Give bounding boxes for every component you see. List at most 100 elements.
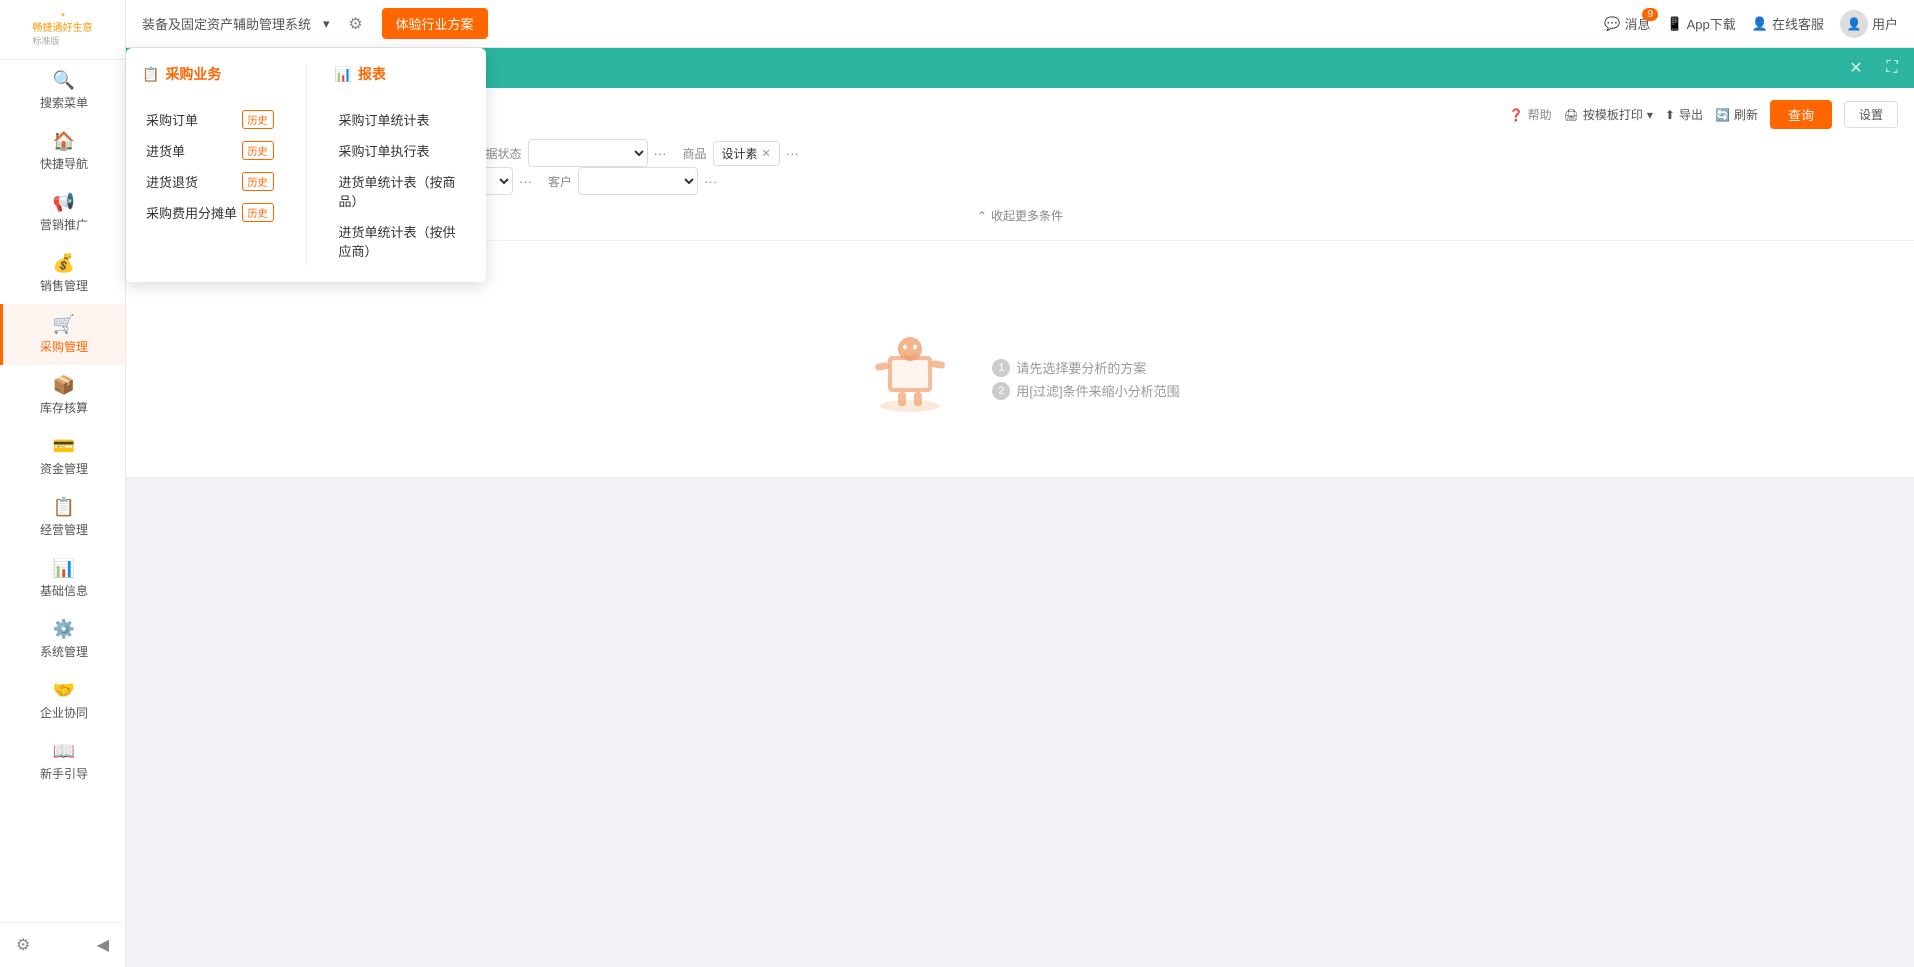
menu-item-purchase-receipt[interactable]: 进货单 历史 [142, 135, 278, 166]
menu-column-divider [306, 64, 307, 266]
sidebar-item-quick-nav[interactable]: 🏠 快捷导航 [0, 121, 125, 182]
history-badge-1: 历史 [242, 141, 274, 160]
collapse-up-icon: ⌃ [977, 209, 987, 223]
bell-icon: 💬 [1604, 16, 1620, 32]
menu-item-purchase-return[interactable]: 进货退货 历史 [142, 166, 278, 197]
salesperson-ellipsis[interactable]: ··· [519, 174, 532, 189]
notification-badge: 9 [1642, 8, 1658, 21]
doc-status-ellipsis[interactable]: ··· [654, 146, 667, 161]
service-icon: 👤 [1752, 16, 1768, 32]
report-menu-icon: 📊 [335, 66, 352, 83]
system-icon: ⚙️ [53, 619, 75, 640]
avatar: 👤 [1840, 10, 1868, 38]
inventory-icon: 📦 [53, 375, 75, 396]
gear-icon: ⚙ [348, 14, 362, 34]
topbar-right: 💬 消息 9 📱 App下载 👤 在线客服 👤 用户 [1604, 10, 1898, 38]
topbar-settings-btn[interactable]: ⚙ [342, 10, 370, 38]
menu-item-report-order-stat[interactable]: 采购订单统计表 [335, 104, 471, 135]
sidebar-item-finance[interactable]: 💳 资金管理 [0, 426, 125, 487]
logo-text: 畅捷通好生意 标准版 [33, 19, 93, 47]
menu-item-purchase-expense[interactable]: 采购费用分摊单 历史 [142, 197, 278, 228]
notification-item[interactable]: 💬 消息 9 [1604, 14, 1650, 33]
sidebar-item-purchase[interactable]: 🛒 采购管理 [0, 304, 125, 365]
sidebar-item-basic-info[interactable]: 📊 基础信息 [0, 548, 125, 609]
online-service-item[interactable]: 👤 在线客服 [1752, 14, 1824, 33]
settings-button[interactable]: 设置 [1844, 101, 1898, 128]
sidebar: 畅 畅捷通好生意 标准版 🔍 搜索菜单 🏠 快捷导航 📢 营销推广 💰 销售管理… [0, 0, 126, 967]
topbar-title: 装备及固定资产辅助管理系统 [142, 14, 311, 33]
empty-tip-2: 2 用[过滤]条件来缩小分析范围 [992, 381, 1179, 400]
goods-ellipsis[interactable]: ··· [786, 146, 799, 161]
finance-icon: 💳 [53, 436, 75, 457]
help-button[interactable]: ❓ 帮助 [1509, 106, 1552, 123]
sidebar-nav: 🔍 搜索菜单 🏠 快捷导航 📢 营销推广 💰 销售管理 🛒 采购管理 📦 库存核… [0, 60, 125, 922]
tabbar-actions: ✕ ⛶ [1842, 54, 1906, 82]
sidebar-item-search[interactable]: 🔍 搜索菜单 [0, 60, 125, 121]
history-badge-3: 历史 [242, 203, 274, 222]
export-icon: ⬆ [1665, 108, 1675, 122]
settings-footer-icon[interactable]: ⚙ [16, 935, 30, 955]
sales-icon: 💰 [53, 253, 75, 274]
empty-illustration [860, 321, 960, 421]
guide-icon: 📖 [53, 741, 75, 762]
export-button[interactable]: ⬆ 导出 [1665, 106, 1703, 123]
query-button[interactable]: 查询 [1770, 100, 1832, 129]
sidebar-logo: 畅 畅捷通好生意 标准版 [0, 0, 125, 60]
customer-ellipsis[interactable]: ··· [704, 174, 717, 189]
home-icon: 🏠 [53, 131, 75, 152]
topbar: 装备及固定资产辅助管理系统 ▾ ⚙ 体验行业方案 💬 消息 9 📱 App下载 … [126, 0, 1914, 48]
topbar-dropdown[interactable]: ▾ [323, 16, 330, 32]
fullscreen-icon: ⛶ [1886, 59, 1897, 77]
sidebar-item-guide[interactable]: 📖 新手引导 [0, 731, 125, 792]
doc-status-select[interactable] [528, 139, 648, 167]
sidebar-item-inventory[interactable]: 📦 库存核算 [0, 365, 125, 426]
customer-label: 客户 [548, 173, 572, 190]
refresh-button[interactable]: 🔄 刷新 [1715, 106, 1758, 123]
marketing-icon: 📢 [53, 192, 75, 213]
menu-item-report-receipt-goods[interactable]: 进货单统计表（按商品） [335, 166, 471, 216]
industry-solution-button[interactable]: 体验行业方案 [382, 8, 488, 39]
purchase-dropdown-menu: 📋 采购业务 采购订单 历史 进货单 历史 进货退货 历史 采购费用分摊单 历史… [126, 48, 486, 282]
operation-icon: 📋 [53, 497, 75, 518]
download-icon: 📱 [1666, 16, 1682, 32]
history-badge-0: 历史 [242, 110, 274, 129]
sidebar-item-operation[interactable]: 📋 经营管理 [0, 487, 125, 548]
collapse-filter-button[interactable]: ⌃ 收起更多条件 [977, 203, 1063, 228]
menu-item-report-order-exec[interactable]: 采购订单执行表 [335, 135, 471, 166]
goods-tag-close[interactable]: ✕ [762, 147, 771, 160]
cooperation-icon: 🤝 [53, 680, 75, 701]
chevron-down-icon: ▾ [323, 16, 330, 32]
basic-info-icon: 📊 [53, 558, 75, 579]
sidebar-item-system[interactable]: ⚙️ 系统管理 [0, 609, 125, 670]
print-icon: 🖨 [1564, 108, 1579, 122]
print-dropdown-icon: ▾ [1647, 108, 1653, 122]
purchase-menu-column: 📋 采购业务 采购订单 历史 进货单 历史 进货退货 历史 采购费用分摊单 历史 [142, 64, 278, 266]
doc-status-filter: 单据状态 ··· [473, 139, 666, 167]
question-icon: ❓ [1509, 108, 1524, 122]
empty-tips-list: 1 请先选择要分析的方案 2 用[过滤]条件来缩小分析范围 [992, 354, 1179, 404]
empty-tip-1: 1 请先选择要分析的方案 [992, 358, 1179, 377]
sidebar-item-sales[interactable]: 💰 销售管理 [0, 243, 125, 304]
goods-filter: 商品 设计素 ✕ ··· [683, 141, 799, 166]
customer-select[interactable] [578, 167, 698, 195]
close-tab-action[interactable]: ✕ [1842, 54, 1870, 82]
goods-tag[interactable]: 设计素 ✕ [713, 141, 780, 166]
report-menu-column: 📊 报表 采购订单统计表 采购订单执行表 进货单统计表（按商品） 进货单统计表（… [335, 64, 471, 266]
purchase-menu-icon: 📋 [142, 66, 159, 83]
app-download-item[interactable]: 📱 App下载 [1666, 14, 1735, 33]
sidebar-item-marketing[interactable]: 📢 营销推广 [0, 182, 125, 243]
fullscreen-action[interactable]: ⛶ [1878, 54, 1906, 82]
sidebar-item-cooperation[interactable]: 🤝 企业协同 [0, 670, 125, 731]
menu-item-report-receipt-supplier[interactable]: 进货单统计表（按供应商） [335, 216, 471, 266]
purchase-column-title: 📋 采购业务 [142, 64, 278, 92]
history-badge-2: 历史 [242, 172, 274, 191]
collapse-sidebar-icon[interactable]: ◀ [97, 935, 109, 955]
goods-label: 商品 [683, 145, 707, 162]
customer-filter: 客户 ··· [548, 167, 717, 195]
print-button[interactable]: 🖨 按模板打印 ▾ [1564, 106, 1653, 123]
menu-item-purchase-order[interactable]: 采购订单 历史 [142, 104, 278, 135]
logo-icon: 畅 [45, 12, 81, 17]
user-avatar-item[interactable]: 👤 用户 [1840, 10, 1898, 38]
refresh-icon: 🔄 [1715, 108, 1730, 122]
search-nav-icon: 🔍 [53, 70, 75, 91]
